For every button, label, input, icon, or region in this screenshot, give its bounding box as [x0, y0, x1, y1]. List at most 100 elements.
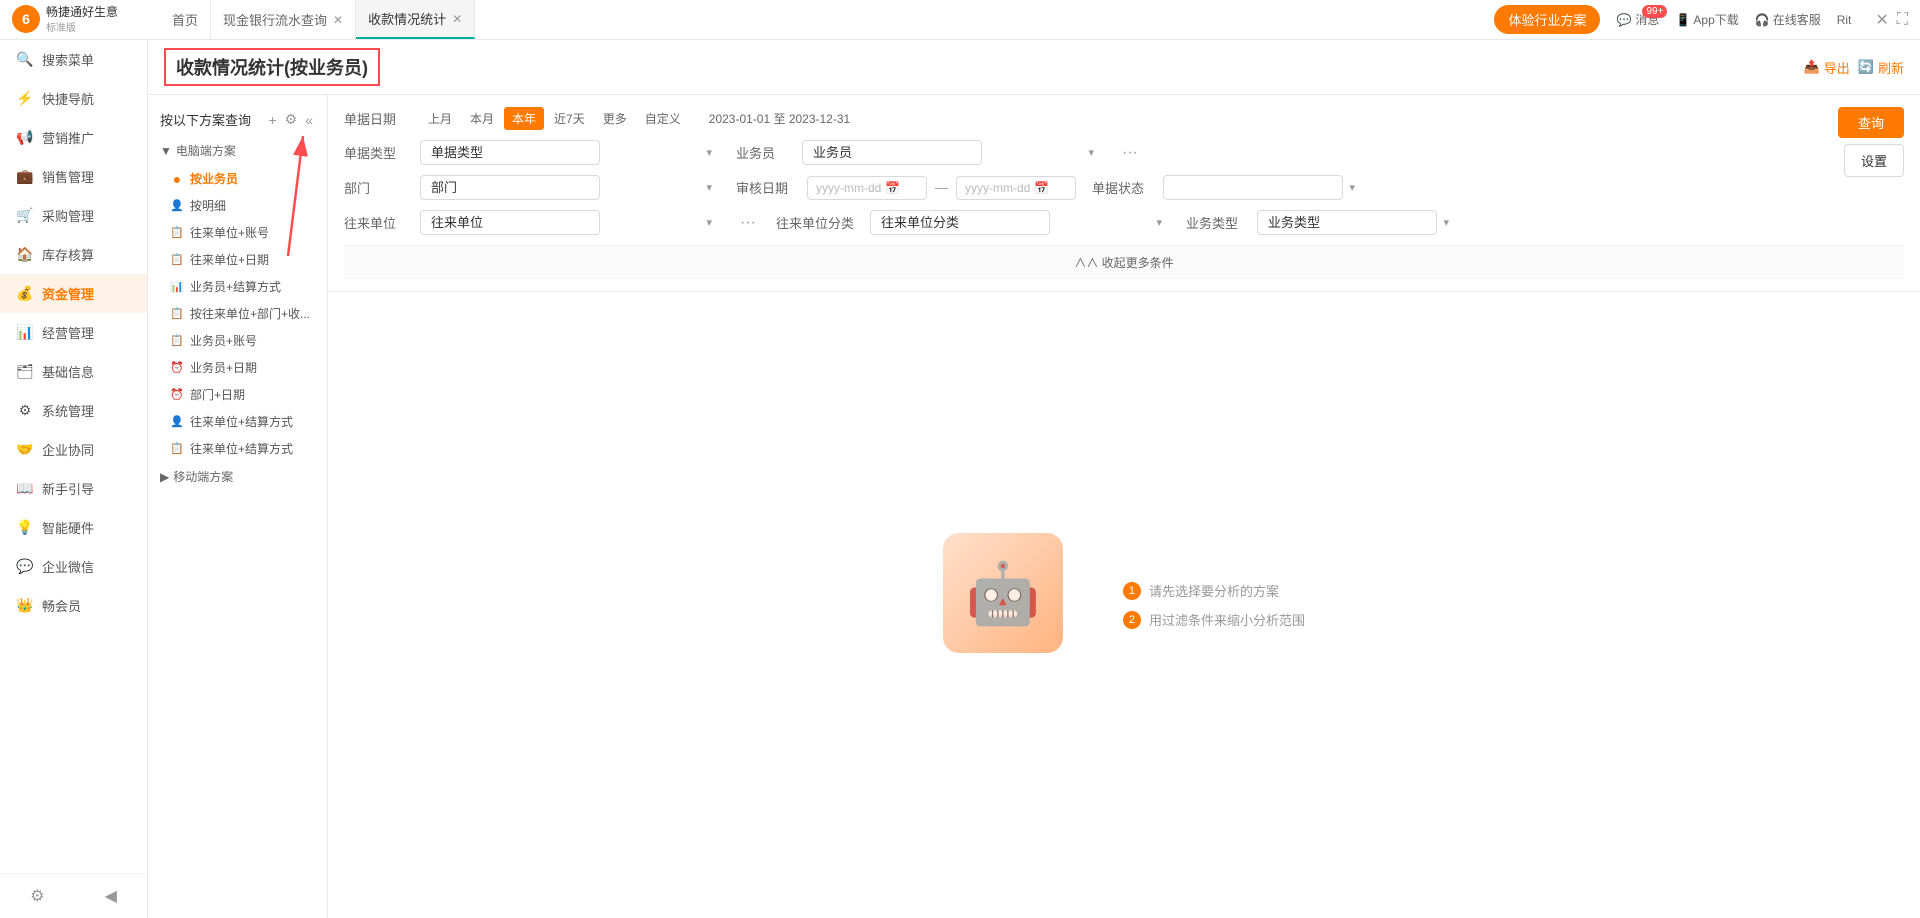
sidebar-item-inventory[interactable]: 🏠 库存核算 — [0, 235, 147, 274]
scheme-item-detail[interactable]: 👤 按明细 — [148, 192, 327, 219]
date-range-display: 2023-01-01 至 2023-12-31 — [709, 110, 850, 127]
partner-more-icon[interactable]: ··· — [740, 214, 756, 232]
scheme-item-dept-date[interactable]: ⏰ 部门+日期 — [148, 381, 327, 408]
online-service-btn[interactable]: 🎧 在线客服 — [1755, 11, 1821, 28]
date-tab-last-month[interactable]: 上月 — [420, 107, 460, 130]
review-date-to-input[interactable]: yyyy-mm-dd 📅 — [956, 176, 1076, 200]
tab-bank-close[interactable]: ✕ — [333, 13, 343, 27]
scheme-item-partner-settlement2[interactable]: 📋 往来单位+结算方式 — [148, 435, 327, 462]
scheme-item-salesperson-date[interactable]: ⏰ 业务员+日期 — [148, 354, 327, 381]
mobile-arrow-icon: ▶ — [160, 470, 169, 484]
date-tab-more[interactable]: 更多 — [595, 107, 635, 130]
scheme-item-salesperson[interactable]: ● 按业务员 — [148, 165, 327, 192]
sidebar-settings-icon[interactable]: ⚙ — [30, 886, 44, 906]
member-icon: 👑 — [16, 597, 34, 615]
date-tab-7days[interactable]: 近7天 — [546, 107, 593, 130]
page-actions: 📤 导出 🔄 刷新 — [1804, 58, 1904, 77]
review-date-from-input[interactable]: yyyy-mm-dd 📅 — [807, 176, 927, 200]
biz-type-select[interactable]: 业务类型 — [1257, 210, 1437, 235]
sidebar-item-purchase[interactable]: 🛒 采购管理 — [0, 196, 147, 235]
dept-select[interactable]: 部门 — [420, 175, 600, 200]
partner-select[interactable]: 往来单位 — [420, 210, 600, 235]
tab-collection[interactable]: 收款情况统计 ✕ — [356, 0, 475, 39]
salesperson-more-icon[interactable]: ··· — [1122, 144, 1138, 162]
guide-icon: 📖 — [16, 480, 34, 498]
salesperson-select-wrapper: 业务员 — [802, 140, 1102, 165]
sidebar-item-marketing[interactable]: 📢 营销推广 — [0, 118, 147, 157]
sidebar-collapse-icon[interactable]: ◀ — [105, 886, 117, 906]
sidebar-item-system[interactable]: ⚙ 系统管理 — [0, 391, 147, 430]
salesperson-select[interactable]: 业务员 — [802, 140, 982, 165]
add-scheme-icon[interactable]: + — [266, 110, 278, 130]
sidebar-item-enterprise[interactable]: 🤝 企业协同 — [0, 430, 147, 469]
doctype-label: 单据类型 — [344, 143, 404, 162]
partner-type-select[interactable]: 往来单位分类 — [870, 210, 1050, 235]
filter-panel: 单据日期 上月 本月 本年 近7天 更多 自定义 2023-01-01 至 20… — [328, 95, 1920, 292]
scheme-desktop-group[interactable]: ▼ 电脑端方案 — [148, 136, 327, 165]
trial-button[interactable]: 体验行业方案 — [1494, 5, 1600, 34]
scheme-panel: 按以下方案查询 + ⚙ « — [148, 95, 328, 918]
page-title: 收款情况统计(按业务员) — [176, 54, 368, 80]
doctype-select[interactable]: 单据类型 — [420, 140, 600, 165]
capital-icon: 💰 — [16, 285, 34, 303]
scheme-item-partner-dept[interactable]: 📋 按往来单位+部门+收... — [148, 300, 327, 327]
tab-bank[interactable]: 现金银行流水查询 ✕ — [211, 0, 356, 39]
scheme-item-salesperson-account[interactable]: 📋 业务员+账号 — [148, 327, 327, 354]
doc-status-wrapper — [1163, 175, 1363, 200]
empty-state: 🤖 1 请先选择要分析的方案 2 用过滤条件来缩小分析范围 — [328, 292, 1920, 918]
page-title-box: 收款情况统计(按业务员) — [164, 48, 380, 86]
scheme-item-partner-account[interactable]: 📋 往来单位+账号 — [148, 219, 327, 246]
settings-button[interactable]: 设置 — [1844, 144, 1904, 177]
dept-date-icon: ⏰ — [170, 388, 184, 402]
filter-row-date: 单据日期 上月 本月 本年 近7天 更多 自定义 2023-01-01 至 20… — [344, 107, 1826, 130]
doc-status-select[interactable] — [1163, 175, 1343, 200]
sidebar-item-search[interactable]: 🔍 搜索菜单 — [0, 40, 147, 79]
partner-label: 往来单位 — [344, 213, 404, 232]
sidebar-item-wechat[interactable]: 💬 企业微信 — [0, 547, 147, 586]
user-name[interactable]: Rit — [1837, 13, 1852, 27]
service-icon: 🎧 — [1755, 13, 1770, 27]
date-tab-this-year[interactable]: 本年 — [504, 107, 544, 130]
nav-tabs: 首页 现金银行流水查询 ✕ 收款情况统计 ✕ — [160, 0, 1494, 39]
export-button[interactable]: 📤 导出 — [1804, 58, 1850, 77]
empty-tip-2: 2 用过滤条件来缩小分析范围 — [1123, 610, 1305, 629]
sidebar-item-hardware[interactable]: 💡 智能硬件 — [0, 508, 147, 547]
right-content: 单据日期 上月 本月 本年 近7天 更多 自定义 2023-01-01 至 20… — [328, 95, 1920, 918]
sidebar-item-capital[interactable]: 💰 资金管理 — [0, 274, 147, 313]
maximize-window-btn[interactable]: ⛶ — [1897, 11, 1908, 29]
sp-account-icon: 📋 — [170, 334, 184, 348]
message-button[interactable]: 💬 消息 99+ — [1616, 11, 1659, 28]
scheme-mobile-group[interactable]: ▶ 移动端方案 — [148, 462, 327, 491]
scheme-item-partner-date[interactable]: 📋 往来单位+日期 — [148, 246, 327, 273]
sidebar-item-sales[interactable]: 💼 销售管理 — [0, 157, 147, 196]
query-button[interactable]: 查询 — [1838, 107, 1904, 138]
home-tab[interactable]: 首页 — [160, 0, 211, 39]
hardware-icon: 💡 — [16, 519, 34, 537]
sidebar-item-quicknav[interactable]: ⚡ 快捷导航 — [0, 79, 147, 118]
tab-collection-close[interactable]: ✕ — [452, 12, 462, 26]
sidebar-item-operation[interactable]: 📊 经营管理 — [0, 313, 147, 352]
date-tab-this-month[interactable]: 本月 — [462, 107, 502, 130]
download-icon: 📱 — [1675, 13, 1690, 27]
sidebar-item-basic[interactable]: 🗂 基础信息 — [0, 352, 147, 391]
filter-action-buttons: 查询 设置 — [1838, 107, 1904, 177]
sidebar-bottom: ⚙ ◀ — [0, 873, 147, 918]
partner-type-label: 往来单位分类 — [776, 213, 854, 232]
date-tab-custom[interactable]: 自定义 — [637, 107, 689, 130]
partner-select-wrapper: 往来单位 — [420, 210, 720, 235]
basic-icon: 🗂 — [16, 363, 34, 381]
sidebar-item-member[interactable]: 👑 畅会员 — [0, 586, 147, 625]
scheme-item-salesperson-settlement[interactable]: 📊 业务员+结算方式 — [148, 273, 327, 300]
scheme-collapse-icon[interactable]: « — [303, 110, 315, 130]
scheme-settings-icon[interactable]: ⚙ — [283, 109, 300, 130]
refresh-button[interactable]: 🔄 刷新 — [1858, 58, 1904, 77]
collapse-more-btn[interactable]: ∧∧ 收起更多条件 — [344, 245, 1904, 279]
operation-icon: 📊 — [16, 324, 34, 342]
scheme-item-partner-settlement1[interactable]: 👤 往来单位+结算方式 — [148, 408, 327, 435]
inventory-icon: 🏠 — [16, 246, 34, 264]
app-download-btn[interactable]: 📱 App下载 — [1675, 11, 1738, 28]
biz-type-label: 业务类型 — [1186, 213, 1241, 232]
sidebar-item-guide[interactable]: 📖 新手引导 — [0, 469, 147, 508]
close-window-btn[interactable]: ✕ — [1875, 10, 1888, 30]
top-header: 6 畅捷通好生意 标准版 首页 现金银行流水查询 ✕ 收款情况统计 ✕ 体验行业… — [0, 0, 1920, 40]
